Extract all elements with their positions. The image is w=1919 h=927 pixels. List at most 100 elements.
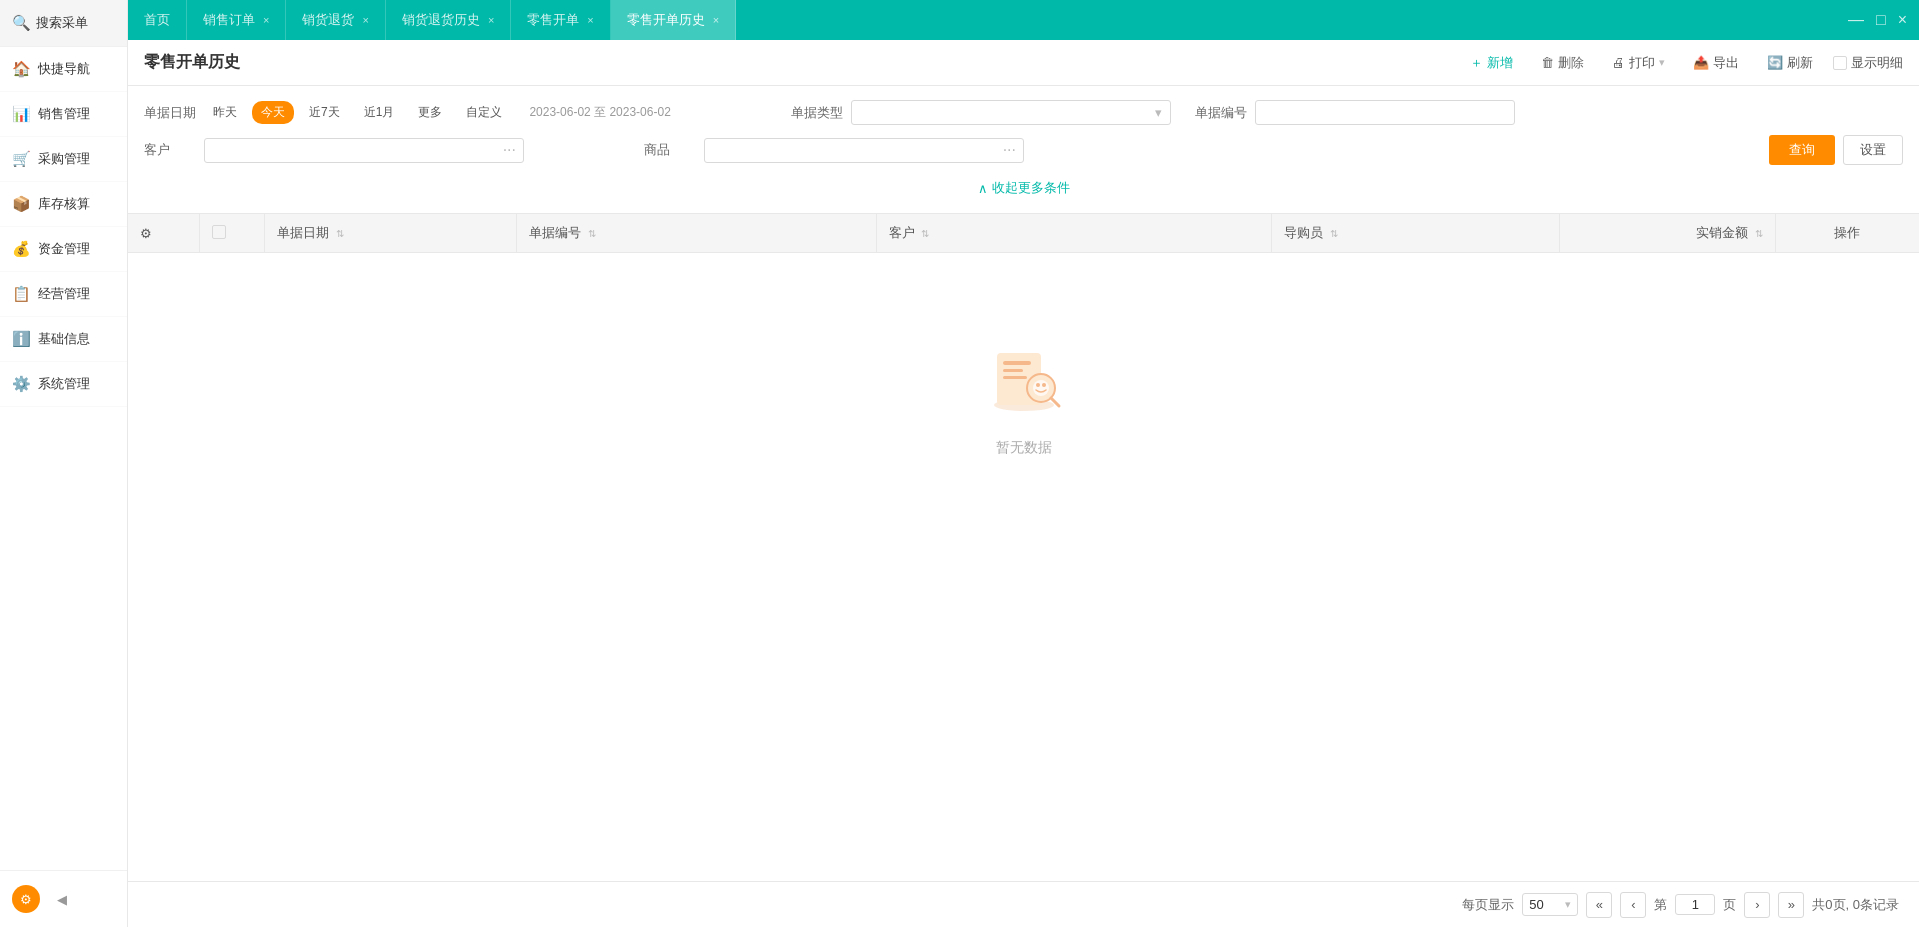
tab-retail-history-close[interactable]: × xyxy=(713,14,719,26)
th-number[interactable]: 单据编号 ⇅ xyxy=(516,214,876,253)
setting-button[interactable]: 设置 xyxy=(1843,135,1903,165)
page-label-after: 页 xyxy=(1723,896,1736,914)
th-guide[interactable]: 导购员 ⇅ xyxy=(1272,214,1560,253)
tab-sales-return-close[interactable]: × xyxy=(362,14,368,26)
detail-checkbox-box xyxy=(1833,56,1847,70)
empty-row: 暂无数据 xyxy=(128,253,1919,518)
query-button[interactable]: 查询 xyxy=(1769,135,1835,165)
th-settings[interactable]: ⚙ xyxy=(128,214,200,253)
settings-icon: ⚙ xyxy=(20,892,32,907)
number-filter-input[interactable] xyxy=(1255,100,1515,125)
customer-filter-input[interactable] xyxy=(204,138,524,163)
tab-sales-return[interactable]: 销货退货 × xyxy=(286,0,385,40)
svg-point-9 xyxy=(1042,383,1046,387)
date-btn-custom[interactable]: 自定义 xyxy=(457,101,511,124)
th-amount[interactable]: 实销金额 ⇅ xyxy=(1559,214,1775,253)
sidebar-item-basic-info[interactable]: ℹ️ 基础信息 xyxy=(0,317,127,362)
search-icon: 🔍 xyxy=(12,14,30,32)
tab-sales-return-history[interactable]: 销货退货历史 × xyxy=(386,0,511,40)
collapse-bar[interactable]: ∧ 收起更多条件 xyxy=(144,175,1903,205)
filter-area: 单据日期 昨天 今天 近7天 近1月 更多 自定义 2023-06-02 至 2… xyxy=(128,86,1919,214)
sidebar-item-label: 资金管理 xyxy=(38,240,90,258)
sidebar-item-sys-mgmt[interactable]: ⚙️ 系统管理 xyxy=(0,362,127,407)
goods-filter-input[interactable] xyxy=(704,138,1024,163)
pagination-bar: 每页显示 50 ▾ « ‹ 第 页 › » 共0页, 0条记录 xyxy=(128,881,1919,927)
print-button[interactable]: 🖨 打印 ▾ xyxy=(1604,50,1673,76)
goods-input-dots: ··· xyxy=(1003,141,1016,159)
th-customer[interactable]: 客户 ⇅ xyxy=(876,214,1272,253)
prev-page-icon: ‹ xyxy=(1631,897,1635,912)
date-range-display: 2023-06-02 至 2023-06-02 xyxy=(529,104,670,121)
date-btn-today[interactable]: 今天 xyxy=(252,101,294,124)
tab-bar-right: — □ × xyxy=(1848,11,1919,29)
tab-sales-order[interactable]: 销售订单 × xyxy=(187,0,286,40)
date-filter-label: 单据日期 xyxy=(144,104,204,122)
page-size-value: 50 xyxy=(1529,897,1543,912)
add-label: 新增 xyxy=(1487,54,1513,72)
collapse-icon: ◀ xyxy=(57,892,67,907)
sidebar-item-quick-nav[interactable]: 🏠 快捷导航 xyxy=(0,47,127,92)
first-page-button[interactable]: « xyxy=(1586,892,1612,918)
page-title: 零售开单历史 xyxy=(144,52,1462,73)
print-arrow-icon: ▾ xyxy=(1659,56,1665,69)
tab-return-history-close[interactable]: × xyxy=(488,14,494,26)
tab-sales-order-label: 销售订单 xyxy=(203,11,255,29)
sidebar-collapse-button[interactable]: ◀ xyxy=(48,885,76,913)
tab-retail-open-label: 零售开单 xyxy=(527,11,579,29)
sidebar-item-business[interactable]: 📋 经营管理 xyxy=(0,272,127,317)
svg-rect-2 xyxy=(1003,361,1031,365)
tab-home-label: 首页 xyxy=(144,11,170,29)
last-page-button[interactable]: » xyxy=(1778,892,1804,918)
date-btn-yesterday[interactable]: 昨天 xyxy=(204,101,246,124)
customer-input-dots: ··· xyxy=(503,141,516,159)
delete-button[interactable]: 🗑 删除 xyxy=(1533,50,1592,76)
th-date-sort: ⇅ xyxy=(336,228,344,239)
window-close-icon[interactable]: × xyxy=(1898,11,1907,29)
date-btn-1month[interactable]: 近1月 xyxy=(355,101,404,124)
box-icon: 📦 xyxy=(12,195,30,213)
sidebar-search[interactable]: 🔍 搜索采单 xyxy=(0,0,127,47)
page-size-arrow: ▾ xyxy=(1565,898,1571,911)
table-header-row: ⚙ 单据日期 ⇅ 单据编号 ⇅ 客户 ⇅ xyxy=(128,214,1919,253)
customer-filter-wrap: ··· xyxy=(204,138,524,163)
toolbar: 零售开单历史 ＋ 新增 🗑 删除 🖨 打印 ▾ 📤 导出 🔄 刷新 xyxy=(128,40,1919,86)
add-button[interactable]: ＋ 新增 xyxy=(1462,50,1521,76)
th-guide-label: 导购员 xyxy=(1284,225,1323,240)
date-btn-more[interactable]: 更多 xyxy=(409,101,451,124)
th-action: 操作 xyxy=(1775,214,1919,253)
tab-bar: 首页 销售订单 × 销货退货 × 销货退货历史 × 零售开单 × 零售开单历史 … xyxy=(128,0,1919,40)
sidebar-item-sales-mgmt[interactable]: 📊 销售管理 xyxy=(0,92,127,137)
type-filter-select[interactable]: ▾ xyxy=(851,100,1171,125)
tab-retail-open[interactable]: 零售开单 × xyxy=(511,0,610,40)
refresh-button[interactable]: 🔄 刷新 xyxy=(1759,50,1821,76)
tab-retail-open-close[interactable]: × xyxy=(587,14,593,26)
sidebar-item-label: 快捷导航 xyxy=(38,60,90,78)
th-number-label: 单据编号 xyxy=(529,225,581,240)
table-container: ⚙ 单据日期 ⇅ 单据编号 ⇅ 客户 ⇅ xyxy=(128,214,1919,881)
sidebar-item-inventory[interactable]: 📦 库存核算 xyxy=(0,182,127,227)
next-page-icon: › xyxy=(1755,897,1759,912)
sidebar-item-purchase-mgmt[interactable]: 🛒 采购管理 xyxy=(0,137,127,182)
next-page-button[interactable]: › xyxy=(1744,892,1770,918)
svg-point-8 xyxy=(1036,383,1040,387)
number-filter-label: 单据编号 xyxy=(1195,104,1255,122)
date-btn-7days[interactable]: 近7天 xyxy=(300,101,349,124)
window-maximize-icon[interactable]: □ xyxy=(1876,11,1886,29)
page-number-input[interactable] xyxy=(1675,894,1715,915)
prev-page-button[interactable]: ‹ xyxy=(1620,892,1646,918)
print-label: 打印 xyxy=(1629,54,1655,72)
tab-sales-order-close[interactable]: × xyxy=(263,14,269,26)
th-number-sort: ⇅ xyxy=(588,228,596,239)
th-checkbox[interactable] xyxy=(200,214,265,253)
page-label-before: 第 xyxy=(1654,896,1667,914)
tab-retail-history[interactable]: 零售开单历史 × xyxy=(611,0,736,40)
tab-home[interactable]: 首页 xyxy=(128,0,187,40)
th-date[interactable]: 单据日期 ⇅ xyxy=(265,214,517,253)
page-size-select[interactable]: 50 ▾ xyxy=(1522,893,1578,916)
sidebar-item-finance[interactable]: 💰 资金管理 xyxy=(0,227,127,272)
window-minimize-icon[interactable]: — xyxy=(1848,11,1864,29)
display-detail-label: 显示明细 xyxy=(1851,54,1903,72)
export-button[interactable]: 📤 导出 xyxy=(1685,50,1747,76)
display-detail-checkbox[interactable]: 显示明细 xyxy=(1833,54,1903,72)
settings-bottom-icon[interactable]: ⚙ xyxy=(12,885,40,913)
